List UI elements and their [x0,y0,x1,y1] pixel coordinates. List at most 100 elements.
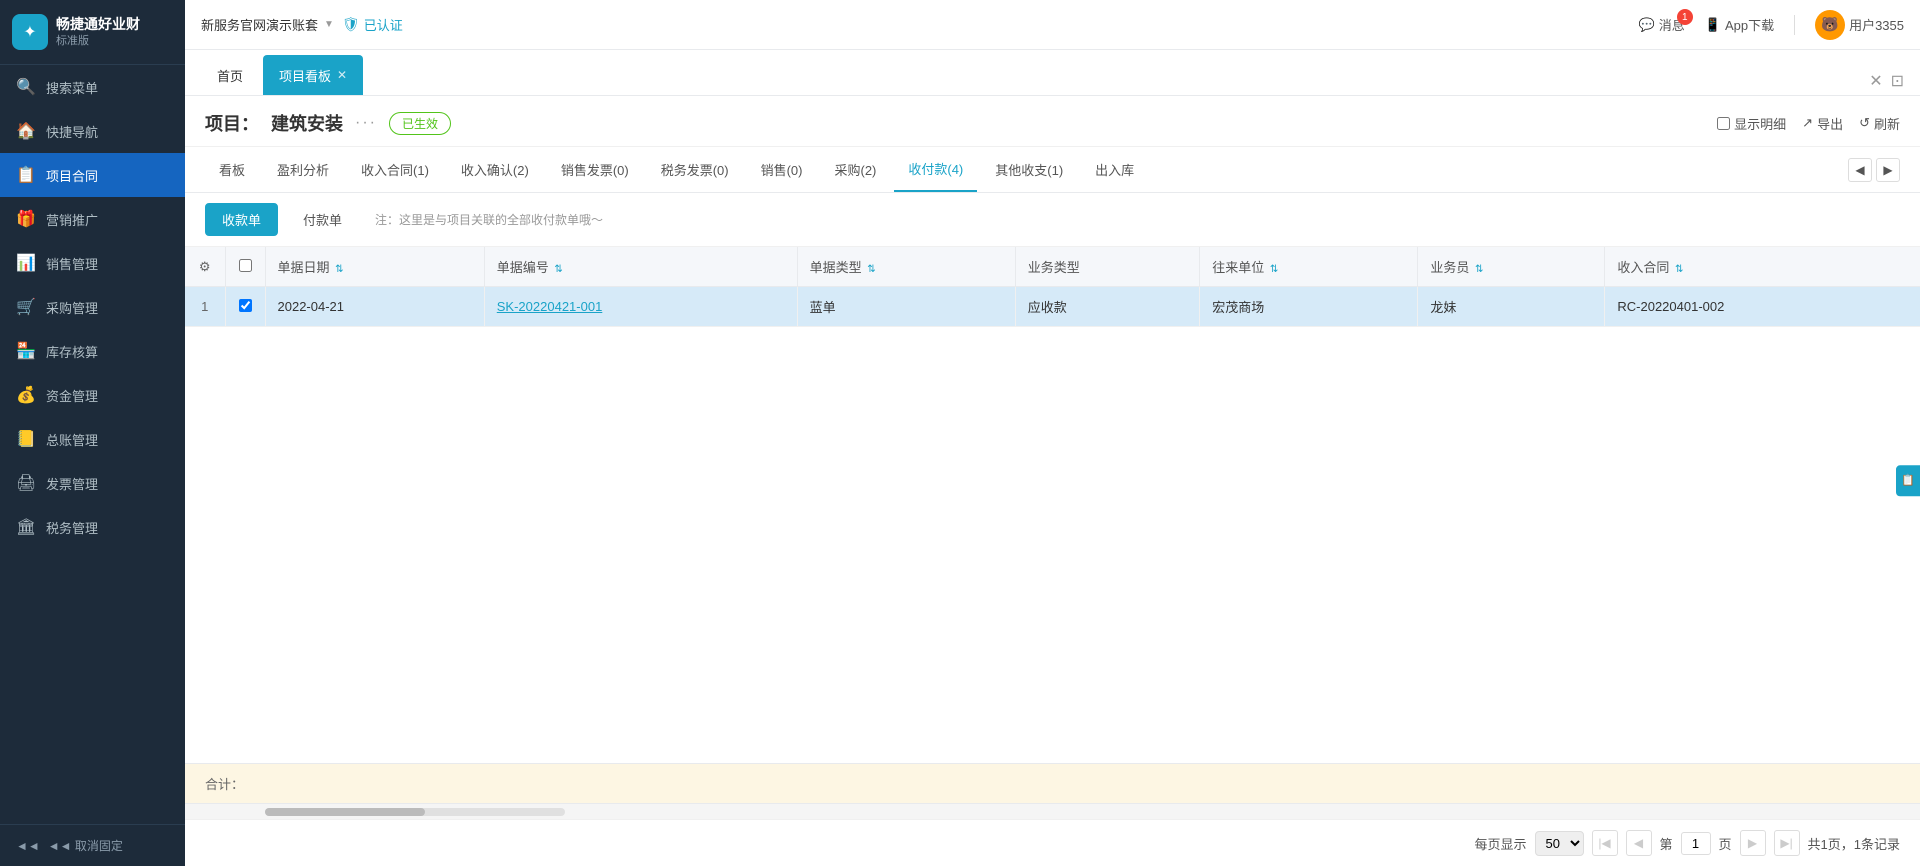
checkbox-column-header[interactable] [225,247,265,287]
prev-page-button[interactable]: ◀ [1626,830,1652,856]
settings-column-header[interactable]: ⚙ [185,247,225,287]
export-icon: ↗ [1802,115,1813,131]
row-checkbox-cell[interactable] [225,287,265,327]
partner-column-header[interactable]: 往来单位 ⇅ [1200,247,1418,287]
sub-tab-income-contract[interactable]: 收入合同(1) [347,148,443,191]
sub-tab-tax-invoice-label: 税务发票(0) [661,163,729,178]
sales-icon: 📊 [16,253,36,273]
tab-project-board-label: 项目看板 [279,66,331,85]
type-column-header[interactable]: 单据类型 ⇅ [797,247,1015,287]
sidebar-item-tax[interactable]: 🏛 税务管理 [0,505,185,549]
sub-tab-purchase[interactable]: 采购(2) [820,148,890,191]
tab-home[interactable]: 首页 [201,55,259,95]
sidebar-item-label: 销售管理 [46,254,98,273]
message-button[interactable]: 💬 消息 1 [1639,15,1685,34]
user-label: 用户3355 [1849,15,1904,34]
sub-tab-sales[interactable]: 销售(0) [747,148,817,191]
income-contract-column-header[interactable]: 收入合同 ⇅ [1605,247,1920,287]
tab-home-label: 首页 [217,66,243,85]
select-all-checkbox[interactable] [239,259,252,272]
row-checkbox[interactable] [239,299,252,312]
invoice-icon: 🖨 [16,473,36,493]
right-panel-icon: 📋 [1902,473,1915,488]
table-row[interactable]: 1 2022-04-21 SK-20220421-001 蓝单 应收款 宏茂商场… [185,287,1920,327]
sub-tab-kanban[interactable]: 看板 [205,148,259,191]
verified-badge: 🛡 已认证 [342,15,403,34]
salesman-column-header[interactable]: 业务员 ⇅ [1418,247,1605,287]
sidebar-item-sales[interactable]: 📊 销售管理 [0,241,185,285]
row-type: 蓝单 [797,287,1015,327]
page-header-actions: 显示明细 ↗ 导出 ↺ 刷新 [1717,114,1900,133]
main-area: 新服务官网演示账套 ▼ 🛡 已认证 💬 消息 1 📱 App下载 🐻 用户335… [185,0,1920,866]
sidebar-item-purchase[interactable]: 🛒 采购管理 [0,285,185,329]
tab-close-icon[interactable]: ✕ [337,68,347,82]
sidebar-item-marketing[interactable]: 🎁 营销推广 [0,197,185,241]
sort-icon: ⇅ [335,264,343,275]
row-biz-type: 应收款 [1015,287,1200,327]
more-button[interactable]: ··· [355,114,377,132]
refresh-button[interactable]: ↺ 刷新 [1859,114,1900,133]
next-page-button[interactable]: ▶ [1740,830,1766,856]
sidebar-item-shortcut[interactable]: 🏠 快捷导航 [0,109,185,153]
sidebar-item-funds[interactable]: 💰 资金管理 [0,373,185,417]
sidebar-item-contract[interactable]: 📋 项目合同 [0,153,185,197]
sidebar-nav: 🔍 搜索菜单 🏠 快捷导航 📋 项目合同 🎁 营销推广 📊 销售管理 🛒 采购管… [0,65,185,824]
sub-tab-income-confirm[interactable]: 收入确认(2) [447,148,543,191]
unpin-icon: ◄◄ [16,839,40,853]
sub-tab-payment[interactable]: 收付款(4) [894,147,977,192]
sub-tab-other[interactable]: 其他收支(1) [981,148,1077,191]
project-label: 项目： [205,110,259,136]
sub-tab-tax-invoice[interactable]: 税务发票(0) [647,148,743,191]
gift-icon: 🎁 [16,209,36,229]
sub-tab-income-contract-label: 收入合同(1) [361,163,429,178]
account-selector[interactable]: 新服务官网演示账套 ▼ [201,15,334,34]
logo-icon: ✦ [23,22,36,42]
sub-tab-profit[interactable]: 盈利分析 [263,148,343,191]
inventory-icon: 🏪 [16,341,36,361]
search-icon: 🔍 [16,77,36,97]
last-page-button[interactable]: ▶| [1774,830,1800,856]
sidebar-item-search[interactable]: 🔍 搜索菜单 [0,65,185,109]
page-number-input[interactable] [1681,832,1711,855]
payment-tab[interactable]: 付款单 [286,203,359,236]
doc-note: 注：这里是与项目关联的全部收付款单哦～ [375,211,603,228]
row-number[interactable]: SK-20220421-001 [484,287,797,327]
sub-tab-next-button[interactable]: ▶ [1876,158,1900,182]
per-page-select[interactable]: 50 [1535,831,1584,856]
sidebar-item-label: 总账管理 [46,430,98,449]
first-page-button[interactable]: |◀ [1592,830,1618,856]
user-menu-button[interactable]: 🐻 用户3355 [1815,10,1904,40]
sidebar-unpin-button[interactable]: ◄◄ ◄◄ 取消固定 [0,824,185,866]
sidebar-item-inventory[interactable]: 🏪 库存核算 [0,329,185,373]
tab-project-board[interactable]: 项目看板 ✕ [263,55,363,95]
sidebar-item-label: 资金管理 [46,386,98,405]
page-title: 建筑安装 [271,110,343,136]
scrollbar-track[interactable] [265,808,565,816]
scrollbar-thumb[interactable] [265,808,425,816]
export-button[interactable]: ↗ 导出 [1802,114,1843,133]
sub-tab-prev-button[interactable]: ◀ [1848,158,1872,182]
total-label: 合计： [205,777,244,792]
window-close-button[interactable]: ✕ [1869,71,1882,91]
sub-tab-payment-label: 收付款(4) [908,162,963,177]
date-column-header[interactable]: 单据日期 ⇅ [265,247,484,287]
sidebar-item-invoice[interactable]: 🖨 发票管理 [0,461,185,505]
ledger-icon: 📒 [16,429,36,449]
sidebar-item-ledger[interactable]: 📒 总账管理 [0,417,185,461]
row-salesman: 龙妹 [1418,287,1605,327]
receipt-tab[interactable]: 收款单 [205,203,278,236]
show-detail-input[interactable] [1717,117,1730,130]
verified-label: 已认证 [364,15,403,34]
show-detail-checkbox[interactable]: 显示明细 [1717,114,1786,133]
number-column-header[interactable]: 单据编号 ⇅ [484,247,797,287]
contract-icon: 📋 [16,165,36,185]
doc-number-link[interactable]: SK-20220421-001 [497,299,603,314]
sub-tab-inout[interactable]: 出入库 [1081,148,1148,191]
window-maximize-button[interactable]: ⊡ [1891,71,1904,91]
row-date: 2022-04-21 [265,287,484,327]
app-download-button[interactable]: 📱 App下载 [1705,15,1774,34]
horizontal-scrollbar[interactable] [185,803,1920,819]
sub-tab-sales-invoice[interactable]: 销售发票(0) [547,148,643,191]
sub-tab-nav: ◀ ▶ [1848,158,1900,182]
right-side-panel-hint[interactable]: 📋 [1896,465,1920,496]
